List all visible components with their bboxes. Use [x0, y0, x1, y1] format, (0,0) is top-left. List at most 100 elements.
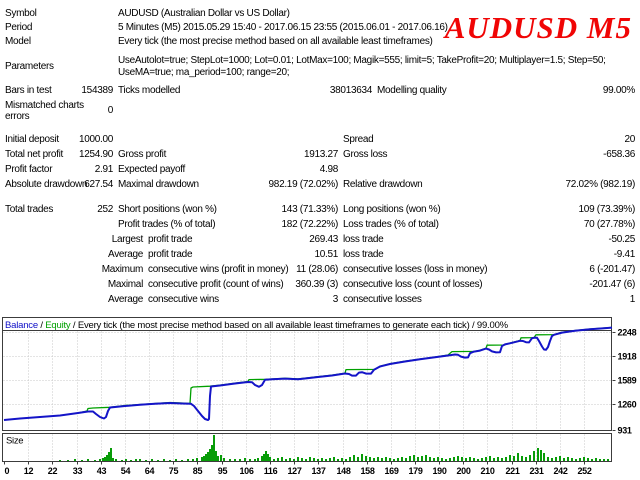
trade-size-bar	[181, 460, 183, 461]
trade-size-bar	[289, 458, 291, 461]
x-axis-label: 179	[408, 466, 422, 476]
trade-size-bar	[465, 458, 467, 461]
size-panel-label: Size	[6, 436, 23, 447]
trade-size-bar	[121, 460, 123, 461]
trade-size-bar	[125, 459, 127, 461]
trade-size-bar	[591, 459, 593, 461]
trade-size-bar	[110, 448, 112, 461]
trade-size-bar	[445, 459, 447, 461]
trade-size-bar	[273, 459, 275, 461]
trade-size-bar	[469, 457, 471, 461]
trade-size-bar	[201, 457, 203, 461]
trade-size-bar	[223, 458, 225, 461]
trade-size-bar	[381, 458, 383, 461]
balance-equity-chart: 2248 1918 1589 1260 931 0 12 22 33 43 54 64 75 85 95 10…	[2, 317, 637, 476]
trade-size-bar	[257, 458, 259, 461]
trade-size-bar	[389, 458, 391, 461]
trade-size-bar	[130, 460, 132, 461]
trade-size-bar	[244, 458, 246, 461]
trade-size-bar	[209, 449, 211, 461]
trade-size-bar	[87, 459, 89, 461]
trade-size-bar	[333, 457, 335, 461]
x-axis-label: 252	[577, 466, 591, 476]
trade-size-bar	[525, 457, 527, 461]
trade-size-bar	[59, 460, 61, 461]
trade-size-bar	[547, 457, 549, 461]
trade-size-bar	[357, 457, 359, 461]
trade-size-bar	[329, 458, 331, 461]
trade-size-bar	[317, 459, 319, 461]
trade-size-bar	[220, 455, 222, 461]
trade-size-bar	[529, 455, 531, 461]
y-axis-label: 1918	[618, 352, 637, 362]
x-axis-label: 190	[432, 466, 446, 476]
x-axis-label: 85	[193, 466, 203, 476]
trade-size-bar	[457, 456, 459, 461]
trade-size-bar	[67, 460, 69, 461]
trade-size-bar	[81, 460, 83, 461]
size-panel-frame	[2, 433, 612, 462]
trade-size-bar	[425, 455, 427, 461]
trade-size-bar	[301, 458, 303, 461]
trade-size-bar	[213, 435, 215, 461]
trade-size-bar	[595, 458, 597, 461]
trade-size-bar	[409, 456, 411, 461]
x-axis-label: 106	[239, 466, 253, 476]
trade-size-bar	[175, 459, 177, 461]
trade-size-bar	[104, 457, 106, 461]
trade-size-bar	[337, 459, 339, 461]
trade-size-bar	[345, 459, 347, 461]
balance-line	[3, 326, 613, 421]
x-axis-label: 0	[5, 466, 10, 476]
trade-size-bar	[106, 455, 108, 461]
trade-size-bar	[139, 459, 141, 461]
trade-size-bar	[377, 457, 379, 461]
trade-size-bar	[449, 458, 451, 461]
trade-size-bar	[473, 458, 475, 461]
trade-size-bar	[163, 459, 165, 461]
trade-size-bar	[205, 454, 207, 461]
trade-size-bar	[102, 458, 104, 461]
trade-size-bar	[405, 458, 407, 461]
trade-size-bar	[267, 454, 269, 461]
trade-size-bar	[207, 452, 209, 461]
trade-size-bar	[277, 458, 279, 461]
x-axis-label: 137	[311, 466, 325, 476]
y-axis-label: 931	[618, 426, 632, 436]
trade-size-bar	[229, 459, 231, 461]
y-axis-label: 1589	[618, 376, 637, 386]
trade-size-bar	[461, 457, 463, 461]
trade-size-bar	[401, 457, 403, 461]
trade-size-bar	[249, 459, 251, 461]
trade-size-bar	[587, 458, 589, 461]
trade-size-bar	[215, 451, 217, 461]
x-axis-label: 64	[145, 466, 155, 476]
x-axis-label: 169	[384, 466, 398, 476]
trade-size-bar	[263, 454, 265, 461]
trade-size-bar	[599, 459, 601, 461]
trade-size-bar	[254, 459, 256, 461]
trade-size-bar	[265, 451, 267, 461]
trade-size-bar	[543, 453, 545, 461]
trade-size-bar	[373, 458, 375, 461]
trade-size-bar	[151, 459, 153, 461]
trade-size-bar	[540, 450, 542, 461]
trade-size-bar	[169, 460, 171, 461]
trade-size-bar	[135, 459, 137, 461]
trade-size-bar	[211, 445, 213, 461]
x-axis-label: 22	[48, 466, 58, 476]
trade-size-bar	[217, 456, 219, 461]
trade-size-bar	[429, 457, 431, 461]
trade-size-bar	[361, 454, 363, 461]
trade-size-bar	[393, 459, 395, 461]
x-axis-label: 33	[73, 466, 83, 476]
x-axis-label: 158	[360, 466, 374, 476]
trade-size-bar	[74, 459, 76, 461]
trade-size-bar	[325, 459, 327, 461]
trade-size-bar	[579, 458, 581, 461]
trade-size-bar	[157, 460, 159, 461]
trade-size-bar	[269, 457, 271, 461]
trade-size-bar	[481, 458, 483, 461]
trade-size-bar	[285, 459, 287, 461]
trade-size-bar	[112, 458, 114, 461]
